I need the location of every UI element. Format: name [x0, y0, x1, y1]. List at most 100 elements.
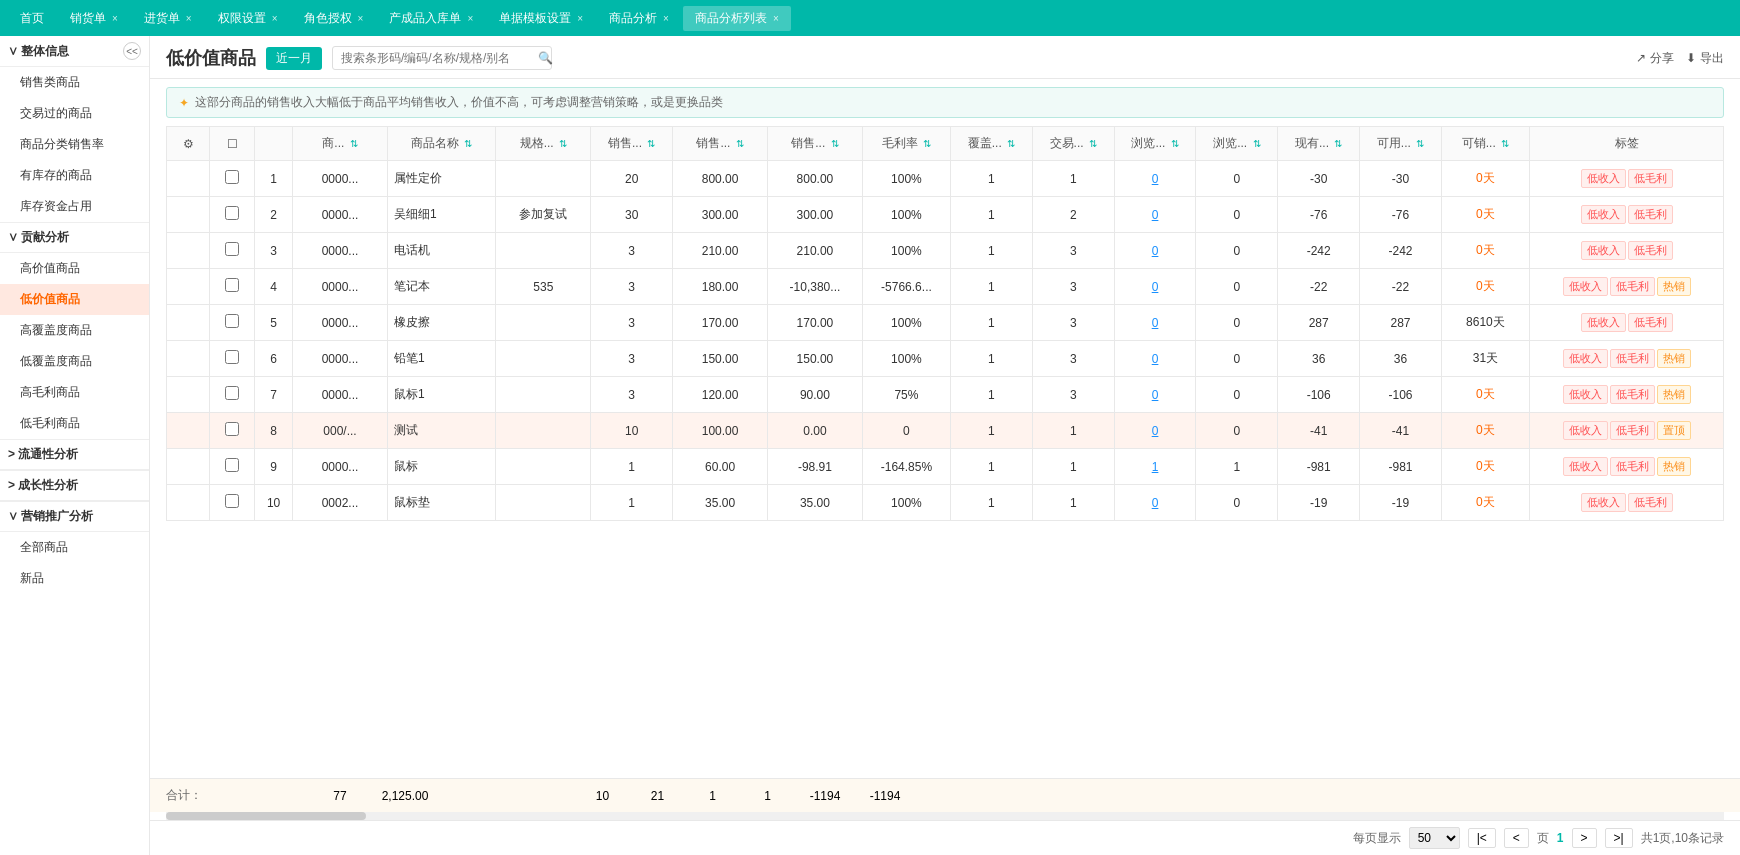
cell-transaction: 3: [1032, 305, 1114, 341]
sidebar-item-inventory-capital[interactable]: 库存资金占用: [0, 191, 149, 222]
share-button[interactable]: ↗ 分享: [1636, 50, 1674, 67]
browse-link[interactable]: 0: [1152, 352, 1159, 366]
col-checkbox[interactable]: ☐: [210, 127, 255, 161]
cell-browse1[interactable]: 0: [1114, 269, 1196, 305]
nav-role-auth[interactable]: 角色授权 ×: [292, 6, 376, 31]
close-product-inbound-icon[interactable]: ×: [467, 13, 473, 24]
col-sale-amount[interactable]: 销售... ⇅: [768, 127, 863, 161]
sidebar-item-stocked-products[interactable]: 有库存的商品: [0, 160, 149, 191]
sidebar-item-low-value[interactable]: 低价值商品: [0, 284, 149, 315]
cell-spec: [496, 305, 591, 341]
sidebar-item-sales-products[interactable]: 销售类商品: [0, 67, 149, 98]
sidebar-item-category-sales-rate[interactable]: 商品分类销售率: [0, 129, 149, 160]
cell-browse1[interactable]: 0: [1114, 161, 1196, 197]
horizontal-scrollbar[interactable]: [166, 812, 1724, 820]
browse-link[interactable]: 1: [1152, 460, 1159, 474]
close-purchase-order-icon[interactable]: ×: [186, 13, 192, 24]
close-product-analysis-list-icon[interactable]: ×: [773, 13, 779, 24]
browse-link[interactable]: 0: [1152, 496, 1159, 510]
cell-checkbox[interactable]: [210, 449, 255, 485]
col-code[interactable]: 商... ⇅: [293, 127, 388, 161]
col-current[interactable]: 现有... ⇅: [1278, 127, 1360, 161]
search-input[interactable]: [332, 46, 552, 70]
close-product-analysis-icon[interactable]: ×: [663, 13, 669, 24]
nav-product-inbound[interactable]: 产成品入库单 ×: [377, 6, 485, 31]
col-sale-qty[interactable]: 销售... ⇅: [591, 127, 673, 161]
close-permissions-icon[interactable]: ×: [272, 13, 278, 24]
col-spec[interactable]: 规格... ⇅: [496, 127, 591, 161]
tag-label: 低毛利: [1628, 313, 1673, 332]
cell-checkbox[interactable]: [210, 485, 255, 521]
export-button[interactable]: ⬇ 导出: [1686, 50, 1724, 67]
cell-browse1[interactable]: 1: [1114, 449, 1196, 485]
browse-link[interactable]: 0: [1152, 172, 1159, 186]
cell-margin: 0: [862, 413, 950, 449]
browse-link[interactable]: 0: [1152, 388, 1159, 402]
col-settings[interactable]: ⚙: [167, 127, 210, 161]
period-button[interactable]: 近一月: [266, 47, 322, 70]
nav-home[interactable]: 首页: [8, 6, 56, 31]
nav-product-analysis[interactable]: 商品分析 ×: [597, 6, 681, 31]
cell-checkbox[interactable]: [210, 269, 255, 305]
first-page-btn[interactable]: |<: [1468, 828, 1496, 848]
browse-link[interactable]: 0: [1152, 424, 1159, 438]
per-page-select[interactable]: 50 100: [1409, 827, 1460, 849]
cell-browse1[interactable]: 0: [1114, 413, 1196, 449]
sidebar-item-traded-products[interactable]: 交易过的商品: [0, 98, 149, 129]
browse-link[interactable]: 0: [1152, 208, 1159, 222]
last-page-btn[interactable]: >|: [1605, 828, 1633, 848]
nav-permissions[interactable]: 权限设置 ×: [206, 6, 290, 31]
prev-page-btn[interactable]: <: [1504, 828, 1529, 848]
sidebar-item-low-coverage[interactable]: 低覆盖度商品: [0, 346, 149, 377]
cell-sale-price: 210.00: [673, 233, 768, 269]
cell-browse1[interactable]: 0: [1114, 233, 1196, 269]
sidebar-collapse-btn[interactable]: <<: [123, 42, 141, 60]
cell-checkbox[interactable]: [210, 305, 255, 341]
close-role-auth-icon[interactable]: ×: [358, 13, 364, 24]
sidebar-item-high-margin[interactable]: 高毛利商品: [0, 377, 149, 408]
close-template-settings-icon[interactable]: ×: [577, 13, 583, 24]
close-sales-order-icon[interactable]: ×: [112, 13, 118, 24]
cell-name: 笔记本: [387, 269, 495, 305]
cell-checkbox[interactable]: [210, 161, 255, 197]
col-available[interactable]: 可用... ⇅: [1360, 127, 1442, 161]
cell-browse1[interactable]: 0: [1114, 341, 1196, 377]
col-transaction[interactable]: 交易... ⇅: [1032, 127, 1114, 161]
scrollbar-thumb[interactable]: [166, 812, 366, 820]
cell-checkbox[interactable]: [210, 197, 255, 233]
col-browse1[interactable]: 浏览... ⇅: [1114, 127, 1196, 161]
cell-browse1[interactable]: 0: [1114, 377, 1196, 413]
col-browse2[interactable]: 浏览... ⇅: [1196, 127, 1278, 161]
sidebar-item-high-coverage[interactable]: 高覆盖度商品: [0, 315, 149, 346]
cell-sale-qty: 10: [591, 413, 673, 449]
cell-browse1[interactable]: 0: [1114, 485, 1196, 521]
cell-checkbox[interactable]: [210, 377, 255, 413]
sidebar-item-low-margin[interactable]: 低毛利商品: [0, 408, 149, 439]
cell-sale-amount: 300.00: [768, 197, 863, 233]
tag-label: 置顶: [1657, 421, 1691, 440]
cell-transaction: 2: [1032, 197, 1114, 233]
nav-sales-order[interactable]: 销货单 ×: [58, 6, 130, 31]
sidebar-item-new-products[interactable]: 新品: [0, 563, 149, 594]
col-margin[interactable]: 毛利率 ⇅: [862, 127, 950, 161]
cell-browse1[interactable]: 0: [1114, 197, 1196, 233]
col-sale-price[interactable]: 销售... ⇅: [673, 127, 768, 161]
cell-checkbox[interactable]: [210, 233, 255, 269]
browse-link[interactable]: 0: [1152, 244, 1159, 258]
col-coverage[interactable]: 覆盖... ⇅: [951, 127, 1033, 161]
cell-checkbox[interactable]: [210, 341, 255, 377]
cell-browse1[interactable]: 0: [1114, 305, 1196, 341]
nav-template-settings[interactable]: 单据模板设置 ×: [487, 6, 595, 31]
cell-checkbox[interactable]: [210, 413, 255, 449]
nav-product-analysis-list[interactable]: 商品分析列表 ×: [683, 6, 791, 31]
browse-link[interactable]: 0: [1152, 280, 1159, 294]
search-icon[interactable]: 🔍: [538, 51, 553, 65]
col-name[interactable]: 商品名称 ⇅: [387, 127, 495, 161]
next-page-btn[interactable]: >: [1572, 828, 1597, 848]
browse-link[interactable]: 0: [1152, 316, 1159, 330]
nav-purchase-order[interactable]: 进货单 ×: [132, 6, 204, 31]
col-sellable[interactable]: 可销... ⇅: [1441, 127, 1529, 161]
sidebar-item-high-value[interactable]: 高价值商品: [0, 253, 149, 284]
cell-name: 橡皮擦: [387, 305, 495, 341]
sidebar-item-all-products[interactable]: 全部商品: [0, 532, 149, 563]
